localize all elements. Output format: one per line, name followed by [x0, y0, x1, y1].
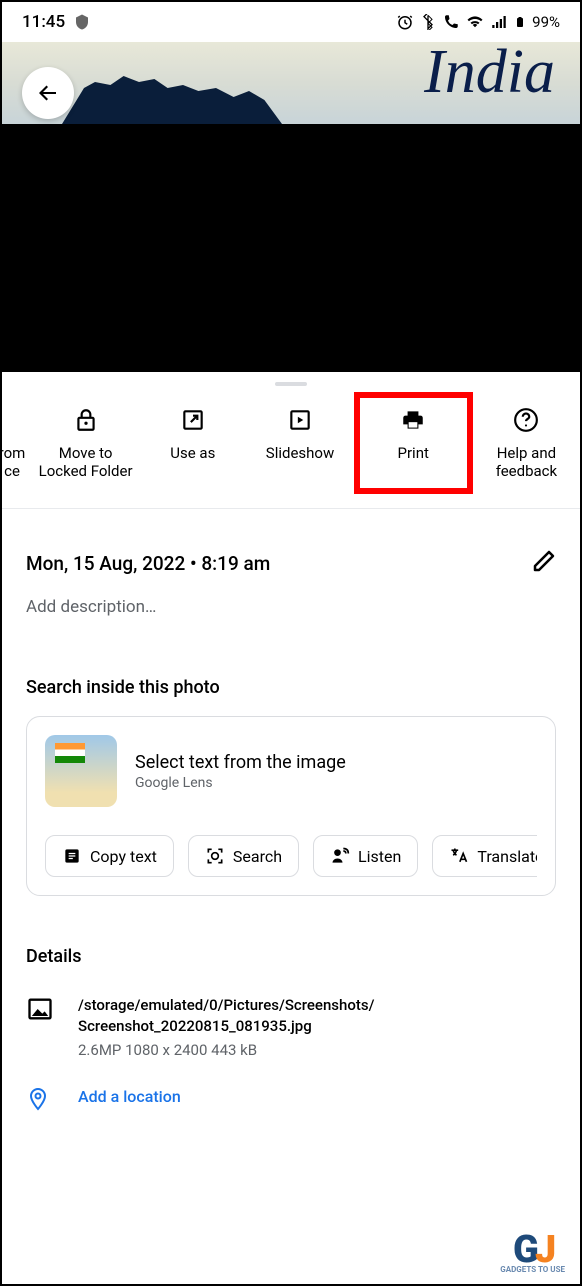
- wifi-icon: [466, 13, 484, 31]
- lens-actions: Copy text Search Listen Translate: [45, 835, 537, 877]
- print-icon: [399, 406, 427, 434]
- action-print[interactable]: Print: [354, 392, 473, 494]
- listen-icon: [330, 846, 350, 866]
- action-slideshow[interactable]: Slideshow: [246, 398, 353, 488]
- lens-translate-button[interactable]: Translate: [432, 835, 537, 877]
- back-button[interactable]: [22, 67, 74, 119]
- lens-section: Search inside this photo Select text fro…: [2, 677, 580, 916]
- action-label: Help andfeedback: [496, 444, 557, 480]
- battery-percent: 99%: [532, 13, 560, 31]
- details-section: Details /storage/emulated/0/Pictures/Scr…: [2, 916, 580, 1115]
- lens-select-label: Select text from the image: [135, 752, 346, 773]
- edit-button[interactable]: [532, 549, 556, 577]
- play-icon: [286, 406, 314, 434]
- lens-subtitle: Google Lens: [135, 775, 346, 791]
- actions-row[interactable]: romce Move toLocked Folder Use as Slides…: [2, 398, 580, 509]
- action-label: Slideshow: [266, 444, 334, 462]
- details-title: Details: [26, 946, 556, 967]
- call-icon: [442, 13, 460, 31]
- location-pin-icon: [26, 1087, 54, 1115]
- action-label: romce: [0, 444, 25, 480]
- app-indicator-icon: [73, 13, 91, 31]
- action-use-as[interactable]: Use as: [139, 398, 246, 488]
- battery-icon: [514, 13, 526, 31]
- status-time: 11:45: [22, 12, 65, 32]
- action-label: Print: [398, 444, 429, 462]
- pencil-icon: [532, 549, 556, 573]
- scan-search-icon: [205, 846, 225, 866]
- lens-section-title: Search inside this photo: [26, 677, 556, 698]
- banner-text: India: [424, 42, 555, 108]
- status-bar: 11:45 99%: [2, 2, 580, 42]
- add-description-field[interactable]: Add description…: [26, 597, 556, 617]
- action-help-feedback[interactable]: Help andfeedback: [473, 398, 580, 488]
- location-row[interactable]: Add a location: [26, 1087, 556, 1115]
- external-icon: [179, 406, 207, 434]
- lens-search-button[interactable]: Search: [188, 835, 299, 877]
- help-icon: [512, 406, 540, 434]
- lock-icon: [72, 406, 100, 434]
- watermark: GJ GADGETS TO USE: [500, 1235, 565, 1274]
- status-left: 11:45: [22, 12, 91, 32]
- image-file-icon: [26, 995, 54, 1059]
- watermark-logo: GJ: [500, 1235, 565, 1265]
- watermark-text: GADGETS TO USE: [500, 1265, 565, 1274]
- bluetooth-icon: [420, 14, 436, 30]
- info-section: Mon, 15 Aug, 2022 • 8:19 am Add descript…: [2, 509, 580, 637]
- lens-card: Select text from the image Google Lens C…: [26, 716, 556, 896]
- photo-viewer[interactable]: India: [2, 42, 580, 372]
- action-move-to-locked[interactable]: Move toLocked Folder: [32, 398, 139, 488]
- action-label: Move toLocked Folder: [39, 444, 133, 480]
- copy-text-icon: [62, 846, 82, 866]
- action-remove-from-device[interactable]: romce: [0, 398, 32, 488]
- translate-icon: [449, 846, 469, 866]
- alarm-icon: [396, 13, 414, 31]
- file-meta: 2.6MP 1080 x 2400 443 kB: [78, 1041, 374, 1059]
- silhouette-graphic: [62, 64, 282, 124]
- file-path: /storage/emulated/0/Pictures/Screenshots…: [78, 995, 374, 1037]
- photo-details-sheet: romce Move toLocked Folder Use as Slides…: [2, 372, 580, 1284]
- photo-date-time: Mon, 15 Aug, 2022 • 8:19 am: [26, 552, 270, 575]
- arrow-left-icon: [36, 81, 60, 105]
- sheet-handle[interactable]: [275, 382, 307, 386]
- lens-thumbnail: [45, 735, 117, 807]
- lens-listen-button[interactable]: Listen: [313, 835, 418, 877]
- add-location-link[interactable]: Add a location: [78, 1087, 181, 1115]
- file-detail-row: /storage/emulated/0/Pictures/Screenshots…: [26, 995, 556, 1059]
- lens-copy-text-button[interactable]: Copy text: [45, 835, 174, 877]
- lens-select-text-row[interactable]: Select text from the image Google Lens: [45, 735, 537, 807]
- action-label: Use as: [170, 444, 215, 462]
- signal-icon: [490, 13, 508, 31]
- photo-content: India: [2, 42, 580, 124]
- status-right: 99%: [396, 13, 560, 31]
